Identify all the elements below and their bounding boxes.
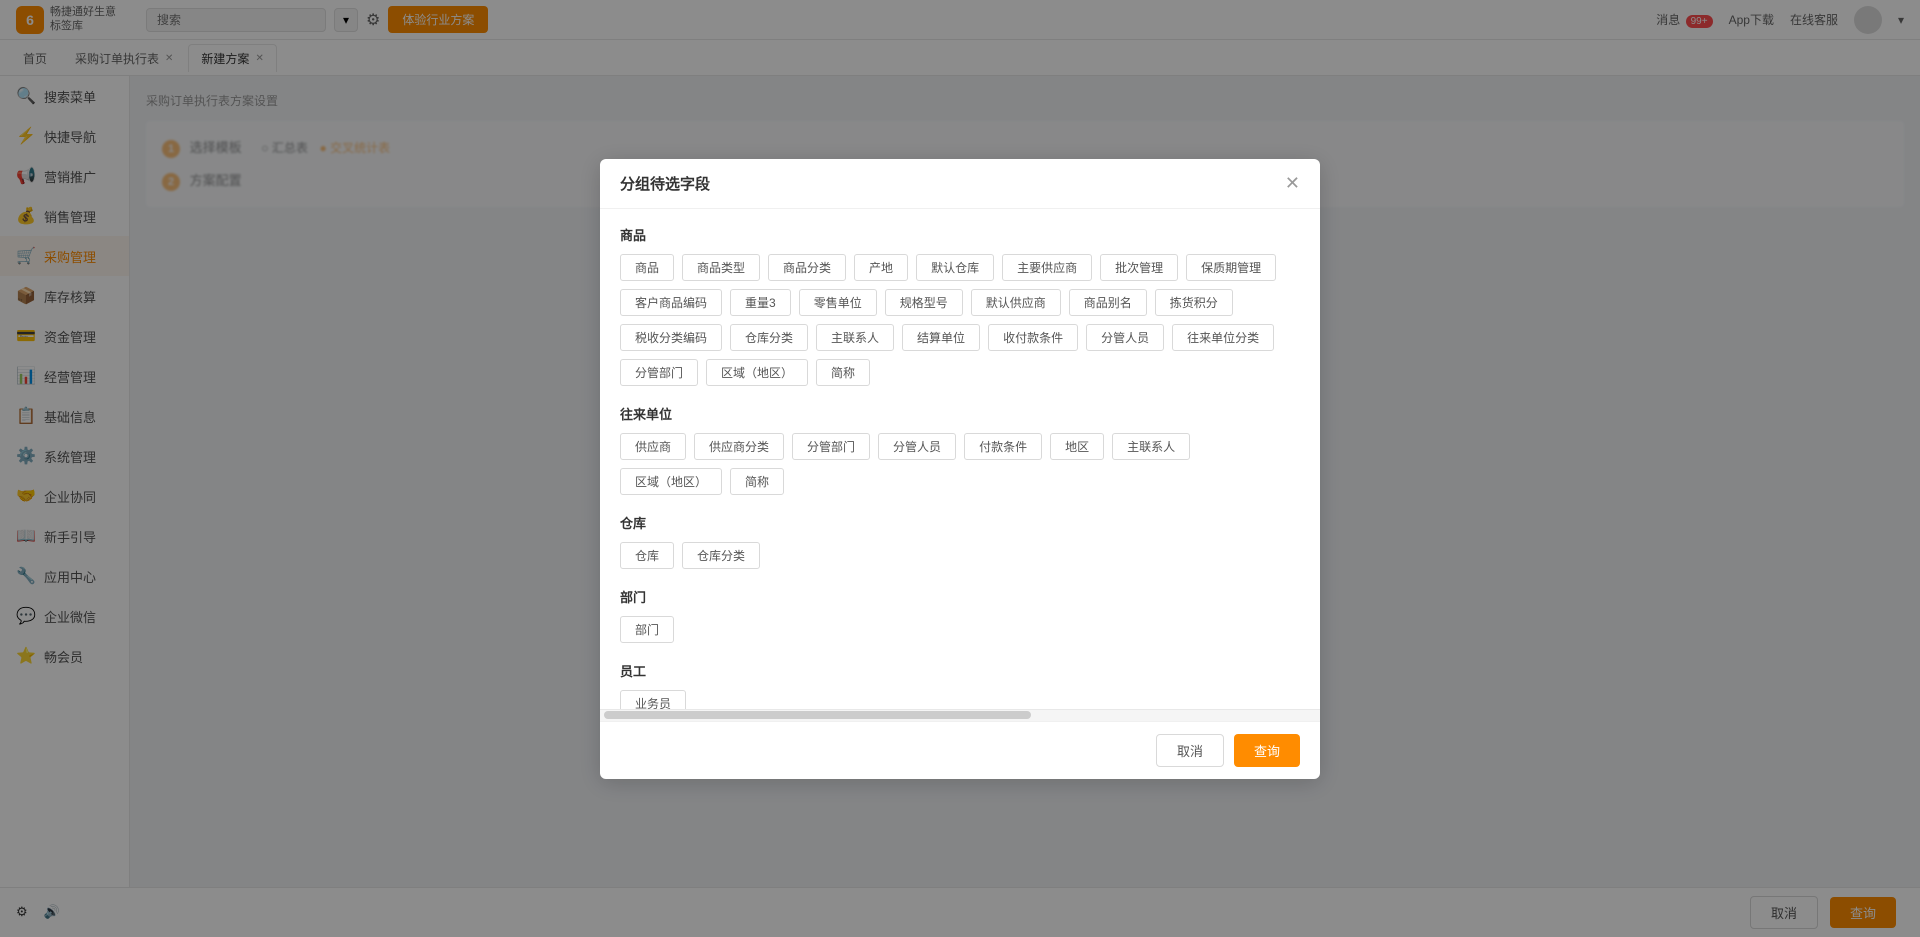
field-tag[interactable]: 税收分类编码 (620, 324, 722, 351)
modal-horizontal-scrollbar[interactable] (600, 709, 1320, 721)
section-warehouse-title: 仓库 (620, 513, 1300, 532)
field-tag[interactable]: 分管部门 (792, 433, 870, 460)
field-tag[interactable]: 仓库分类 (682, 542, 760, 569)
field-tag[interactable]: 拣货积分 (1155, 289, 1233, 316)
field-tag[interactable]: 批次管理 (1100, 254, 1178, 281)
section-product-title: 商品 (620, 225, 1300, 244)
field-tag[interactable]: 区域（地区） (706, 359, 808, 386)
modal-dialog: 分组待选字段 ✕ 商品 商品 商品类型 商品分类 产地 默认仓库 主要供应商 批… (600, 159, 1320, 779)
field-tag[interactable]: 产地 (854, 254, 908, 281)
field-tag[interactable]: 分管部门 (620, 359, 698, 386)
field-tag[interactable]: 商品 (620, 254, 674, 281)
field-tag[interactable]: 结算单位 (902, 324, 980, 351)
field-tag[interactable]: 零售单位 (799, 289, 877, 316)
field-tag[interactable]: 分管人员 (878, 433, 956, 460)
section-employee-title: 员工 (620, 661, 1300, 680)
modal-header: 分组待选字段 ✕ (600, 159, 1320, 209)
field-tag[interactable]: 业务员 (620, 690, 686, 709)
section-partner-title: 往来单位 (620, 404, 1300, 423)
field-tag[interactable]: 主联系人 (816, 324, 894, 351)
field-tag[interactable]: 主要供应商 (1002, 254, 1092, 281)
field-tag[interactable]: 仓库分类 (730, 324, 808, 351)
field-tag[interactable]: 默认仓库 (916, 254, 994, 281)
field-tag[interactable]: 仓库 (620, 542, 674, 569)
section-employee: 员工 业务员 (620, 661, 1300, 709)
field-tag[interactable]: 规格型号 (885, 289, 963, 316)
field-tag[interactable]: 分管人员 (1086, 324, 1164, 351)
field-tag[interactable]: 客户商品编码 (620, 289, 722, 316)
modal-overlay: 分组待选字段 ✕ 商品 商品 商品类型 商品分类 产地 默认仓库 主要供应商 批… (0, 0, 1920, 937)
section-department: 部门 部门 (620, 587, 1300, 643)
field-tag[interactable]: 供应商分类 (694, 433, 784, 460)
field-tag[interactable]: 供应商 (620, 433, 686, 460)
hscroll-thumb (604, 711, 1031, 719)
section-employee-fields: 业务员 (620, 690, 1300, 709)
section-product: 商品 商品 商品类型 商品分类 产地 默认仓库 主要供应商 批次管理 保质期管理… (620, 225, 1300, 386)
section-warehouse-fields: 仓库 仓库分类 (620, 542, 1300, 569)
field-tag[interactable]: 保质期管理 (1186, 254, 1276, 281)
field-tag[interactable]: 简称 (730, 468, 784, 495)
field-tag[interactable]: 区域（地区） (620, 468, 722, 495)
modal-title: 分组待选字段 (620, 173, 710, 194)
confirm-button[interactable]: 查询 (1234, 734, 1300, 767)
field-tag[interactable]: 往来单位分类 (1172, 324, 1274, 351)
field-tag[interactable]: 地区 (1050, 433, 1104, 460)
field-tag[interactable]: 部门 (620, 616, 674, 643)
field-tag[interactable]: 重量3 (730, 289, 791, 316)
modal-close-button[interactable]: ✕ (1285, 173, 1300, 194)
field-tag[interactable]: 付款条件 (964, 433, 1042, 460)
field-tag[interactable]: 收付款条件 (988, 324, 1078, 351)
cancel-button[interactable]: 取消 (1156, 734, 1224, 767)
field-tag[interactable]: 商品别名 (1069, 289, 1147, 316)
field-tag[interactable]: 主联系人 (1112, 433, 1190, 460)
section-partner-fields: 供应商 供应商分类 分管部门 分管人员 付款条件 地区 主联系人 区域（地区） … (620, 433, 1300, 495)
modal-footer: 取消 查询 (600, 721, 1320, 779)
field-tag[interactable]: 简称 (816, 359, 870, 386)
modal-body: 商品 商品 商品类型 商品分类 产地 默认仓库 主要供应商 批次管理 保质期管理… (600, 209, 1320, 709)
field-tag[interactable]: 默认供应商 (971, 289, 1061, 316)
field-tag[interactable]: 商品分类 (768, 254, 846, 281)
field-tag[interactable]: 商品类型 (682, 254, 760, 281)
section-department-fields: 部门 (620, 616, 1300, 643)
section-product-fields: 商品 商品类型 商品分类 产地 默认仓库 主要供应商 批次管理 保质期管理 客户… (620, 254, 1300, 386)
section-partner: 往来单位 供应商 供应商分类 分管部门 分管人员 付款条件 地区 主联系人 区域… (620, 404, 1300, 495)
section-warehouse: 仓库 仓库 仓库分类 (620, 513, 1300, 569)
section-department-title: 部门 (620, 587, 1300, 606)
